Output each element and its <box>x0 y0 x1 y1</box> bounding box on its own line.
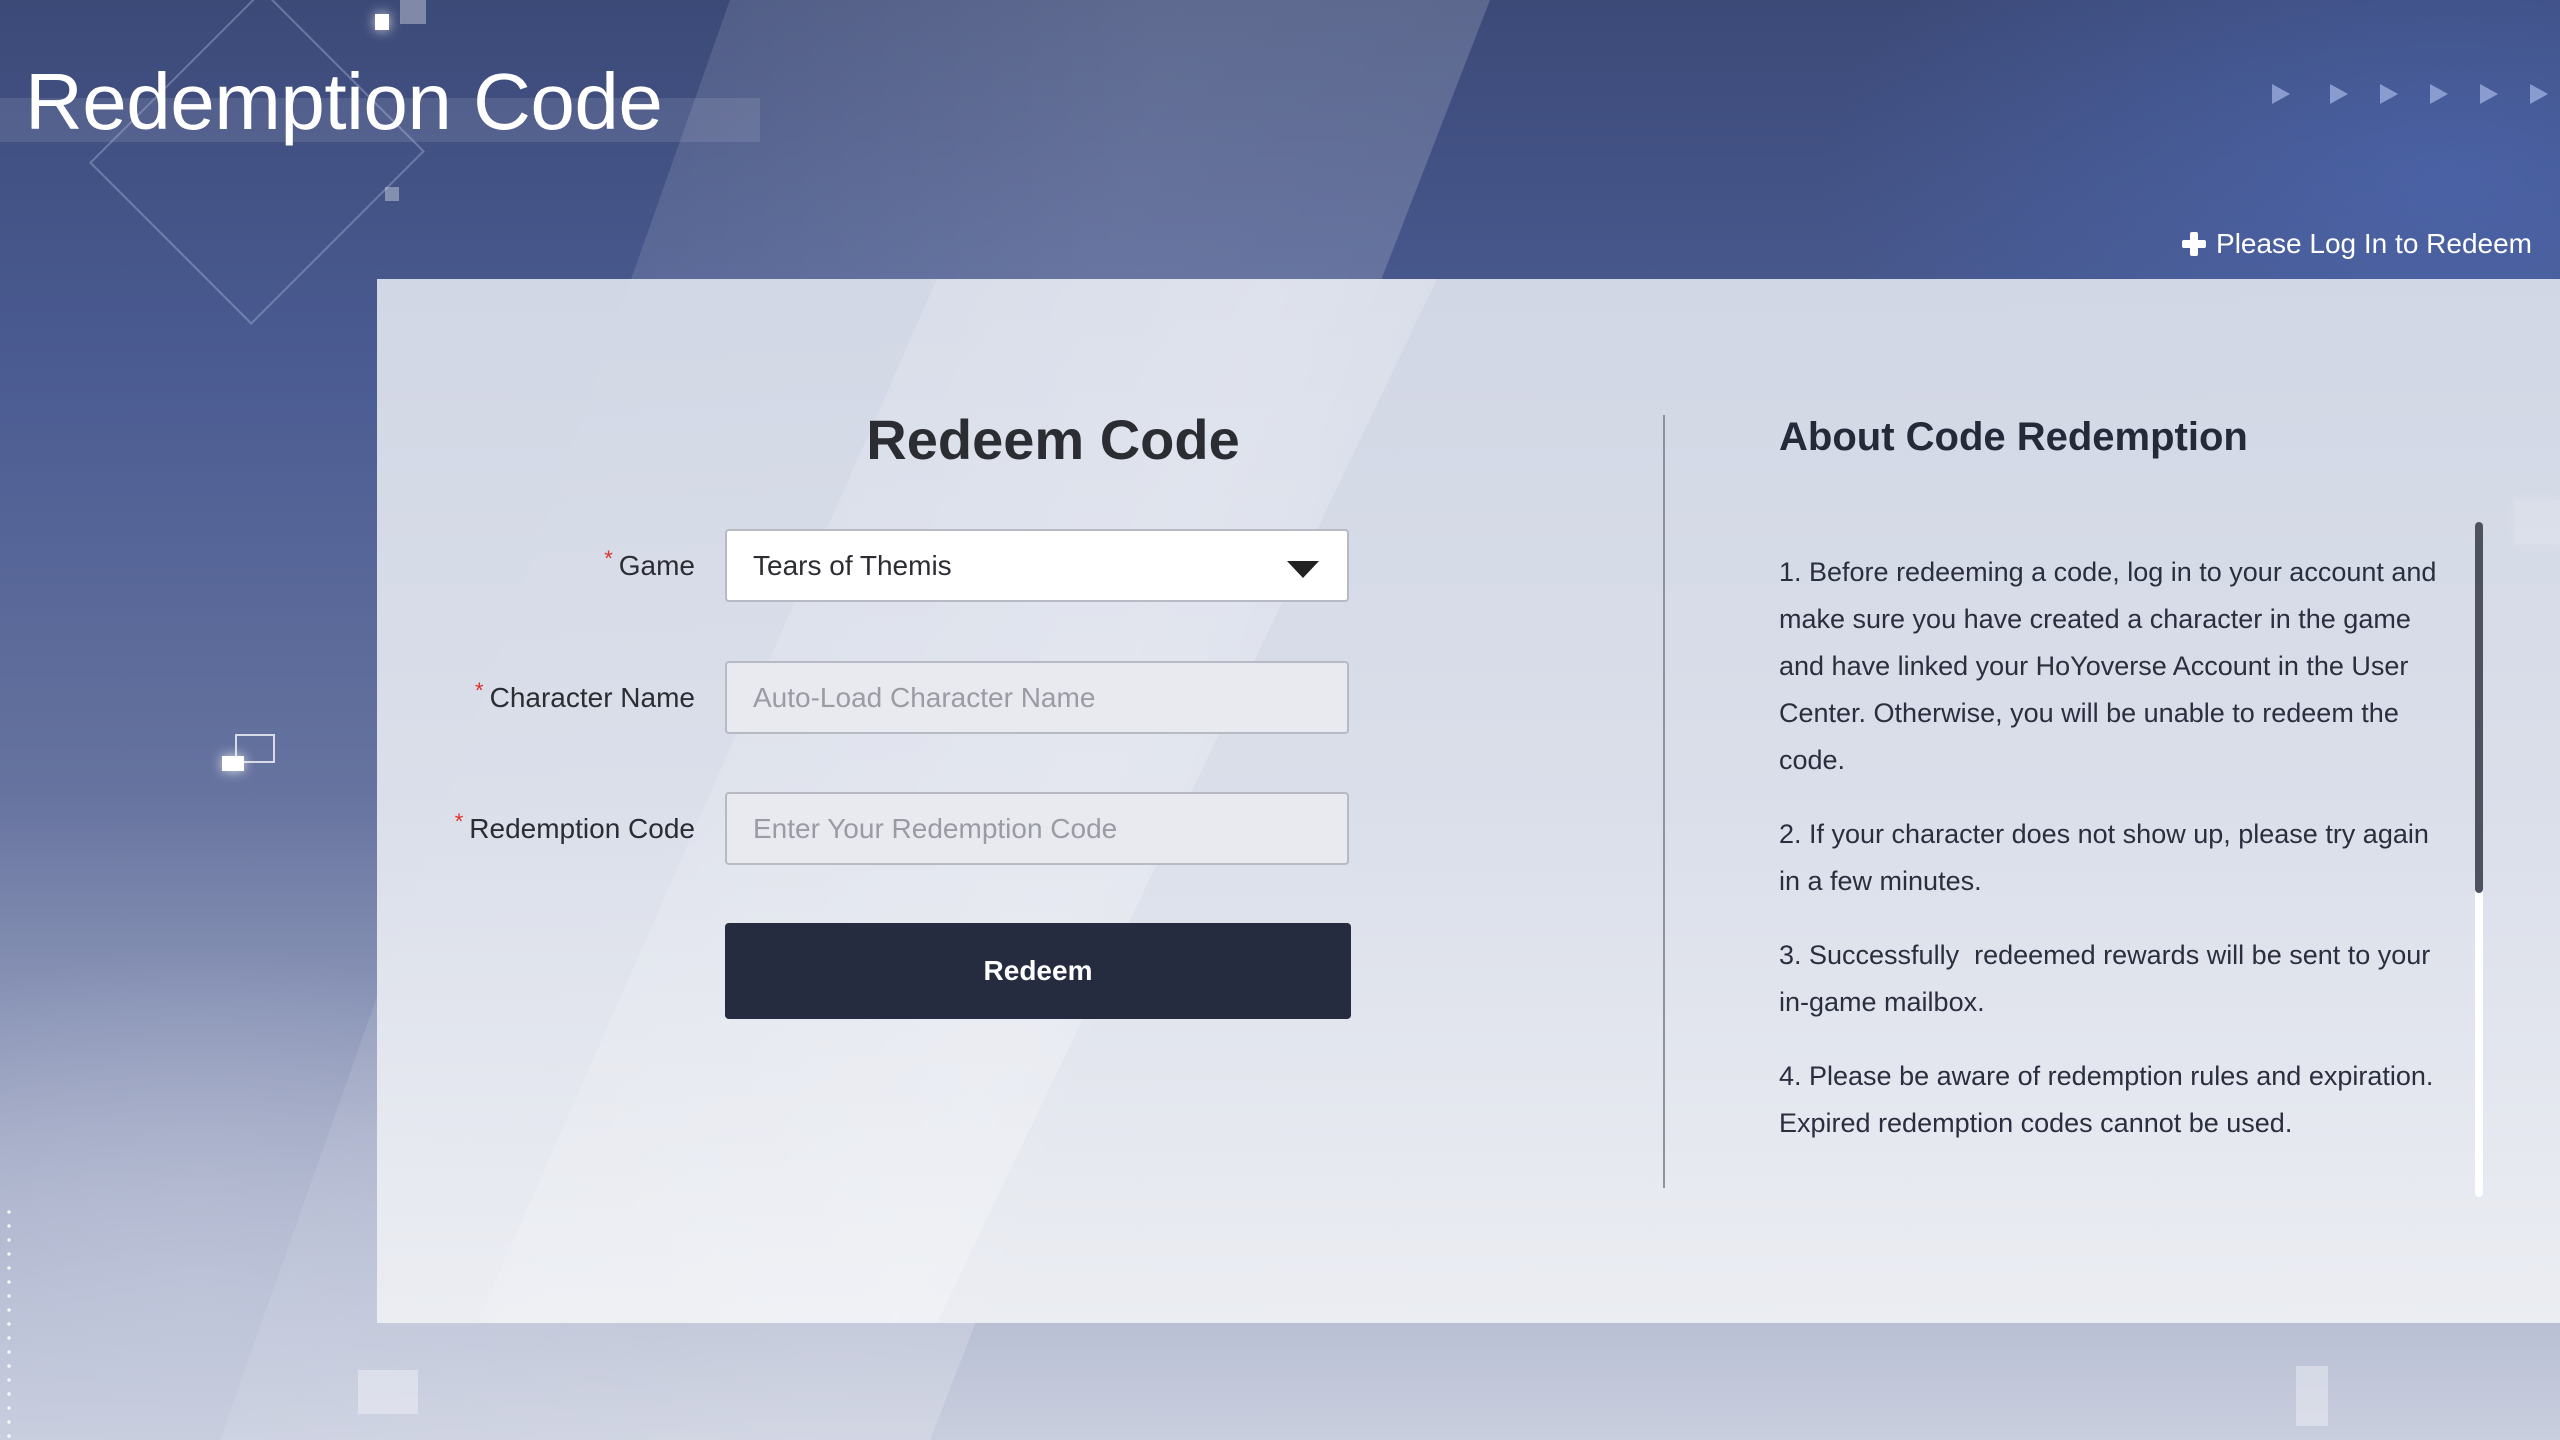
game-select-value: Tears of Themis <box>753 549 952 581</box>
about-scrollbar[interactable] <box>2475 522 2483 1197</box>
game-label: * Game <box>604 529 695 602</box>
required-mark: * <box>604 546 613 571</box>
play-arrow-icon <box>2430 84 2448 104</box>
about-item: 2. If your character does not show up, p… <box>1779 819 2437 896</box>
about-list[interactable]: 1. Before redeeming a code, log in to yo… <box>1779 549 2439 1209</box>
page-title: Redemption Code <box>25 57 663 146</box>
character-name-input[interactable] <box>725 661 1349 734</box>
required-mark: * <box>454 809 464 834</box>
about-title: About Code Redemption <box>1779 415 2248 459</box>
character-name-label-text: Character Name <box>489 682 695 713</box>
game-label-text: Game <box>618 550 695 581</box>
play-arrow-icon <box>2330 84 2348 104</box>
game-row: * Game Tears of Themis <box>377 529 1729 602</box>
square-decoration <box>358 1370 418 1414</box>
redemption-code-row: * Redemption Code <box>377 792 1729 865</box>
required-mark: * <box>475 678 484 703</box>
square-decoration <box>222 756 244 771</box>
square-decoration <box>400 0 426 24</box>
play-arrow-icon <box>2272 84 2290 104</box>
diamond-outline-decoration <box>89 0 425 325</box>
square-decoration <box>385 187 399 201</box>
about-scrollbar-thumb[interactable] <box>2475 522 2483 893</box>
arrow-decoration-row <box>2260 84 2560 114</box>
game-select[interactable]: Tears of Themis <box>725 529 1349 602</box>
redemption-code-input[interactable] <box>725 792 1349 865</box>
square-decoration <box>2296 1366 2328 1426</box>
plus-icon <box>2182 232 2207 256</box>
dotted-line-decoration <box>7 1205 11 1440</box>
redemption-code-label: * Redemption Code <box>455 792 695 865</box>
character-name-row: * Character Name <box>377 661 1729 734</box>
login-to-redeem-label: Please Log In to Redeem <box>2216 228 2532 259</box>
about-item: 3. Successfully redeemed rewards will be… <box>1779 940 2438 1017</box>
about-item: 4. Please be aware of redemption rules a… <box>1779 1061 2434 1138</box>
login-to-redeem-link[interactable]: Please Log In to Redeem <box>2182 228 2532 260</box>
about-item: 1. Before redeeming a code, log in to yo… <box>1779 557 2437 775</box>
play-arrow-icon <box>2530 84 2548 104</box>
redeem-panel: Redeem Code * Game Tears of Themis * Chara… <box>377 279 2560 1323</box>
panel-divider <box>1663 415 1665 1188</box>
square-decoration <box>375 14 389 30</box>
form-title: Redeem Code <box>866 408 1240 471</box>
character-name-label: * Character Name <box>475 661 695 734</box>
redemption-code-label-text: Redemption Code <box>469 813 695 844</box>
caret-down-icon <box>1287 561 1319 578</box>
play-arrow-icon <box>2380 84 2398 104</box>
play-arrow-icon <box>2480 84 2498 104</box>
redeem-button[interactable]: Redeem <box>725 923 1351 1019</box>
